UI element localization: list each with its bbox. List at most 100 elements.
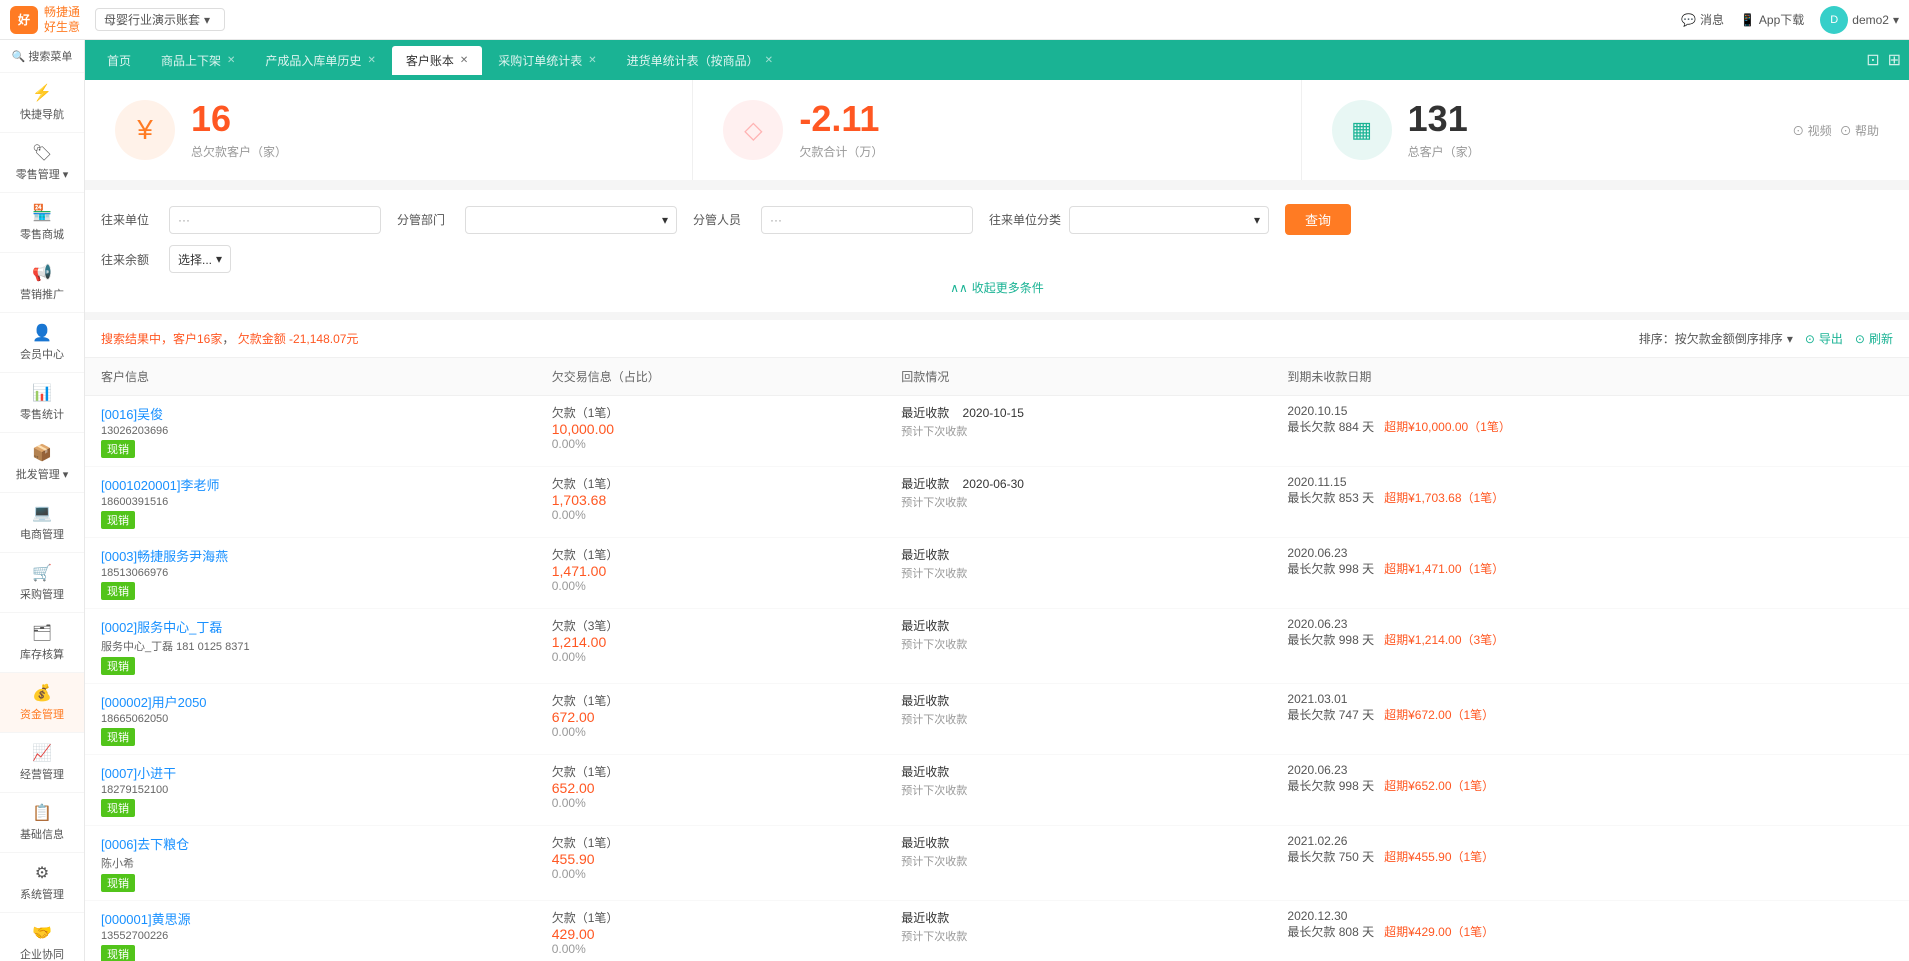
debt-ratio-7: 0.00% (552, 942, 869, 956)
from-unit-input[interactable]: ··· (169, 206, 381, 234)
table-row: [0002]服务中心_丁磊 服务中心_丁磊 181 0125 8371 现销 欠… (85, 609, 1909, 684)
ecommerce-icon: 💻 (32, 503, 52, 523)
overdue-days-6: 2021.02.26 (1287, 834, 1893, 848)
refresh-button[interactable]: ⊙ 刷新 (1855, 330, 1893, 347)
overdue-link-3[interactable]: 超期¥1,214.00（3笔） (1384, 633, 1504, 647)
debt-total-label: 欠款合计（万） (799, 143, 1270, 160)
customer-name-link-0[interactable]: [0016]吴俊 (101, 407, 163, 422)
tab-product-off-label: 商品上下架 (161, 52, 221, 69)
debt-customers-label: 总欠款客户（家） (191, 143, 662, 160)
cell-customer-7: [000001]黄思源 13552700226 现销 (85, 901, 536, 961)
search-label: 搜索菜单 (28, 48, 72, 64)
export-button[interactable]: ⊙ 导出 (1805, 330, 1843, 347)
sidebar-item-inventory[interactable]: 🗂 库存核算 (0, 613, 84, 673)
help-btn[interactable]: ⊙ 帮助 (1840, 122, 1879, 139)
balance-label: 往来余额 (101, 251, 161, 268)
tab-maximize-icon[interactable]: ⊞ (1888, 50, 1901, 70)
balance-select[interactable]: 选择... ▾ (169, 245, 231, 273)
tab-minimize-icon[interactable]: ⊡ (1866, 50, 1879, 70)
customer-name-link-1[interactable]: [0001020001]李老师 (101, 478, 220, 493)
customer-name-link-7[interactable]: [000001]黄思源 (101, 912, 191, 927)
tab-product-history[interactable]: 产成品入库单历史 ✕ (251, 46, 389, 75)
tab-inbound-stats-close[interactable]: ✕ (765, 55, 773, 66)
overdue-days-text-2: 最长欠款 998 天 超期¥1,471.00（1笔） (1287, 560, 1893, 577)
summary-card-debt-customers: ¥ 16 总欠款客户（家） (85, 80, 693, 180)
sidebar-item-retail-mgmt[interactable]: 🏷 零售管理 ▾ (0, 133, 84, 193)
sort-button[interactable]: 排序：按欠款金额倒序排序 ▾ (1639, 330, 1793, 347)
cell-debt-0: 欠款（1笔） 10,000.00 0.00% (536, 396, 885, 467)
tab-inbound-stats-label: 进货单统计表（按商品） (627, 52, 759, 69)
overdue-days-text-4: 最长欠款 747 天 超期¥672.00（1笔） (1287, 706, 1893, 723)
store-selector[interactable]: 母婴行业演示账套 ▾ (95, 8, 225, 31)
overdue-link-2[interactable]: 超期¥1,471.00（1笔） (1384, 562, 1504, 576)
user-menu[interactable]: D demo2 ▾ (1820, 6, 1899, 34)
ecommerce-label: 电商管理 (20, 526, 64, 542)
tab-purchase-stats[interactable]: 采购订单统计表 ✕ (484, 46, 610, 75)
tab-customer-account[interactable]: 客户账本 ✕ (392, 46, 482, 75)
purchase-icon: 🛒 (32, 563, 52, 583)
sidebar-item-marketing[interactable]: 📢 营销推广 (0, 253, 84, 313)
sidebar-item-batch-mgmt[interactable]: 📦 批发管理 ▾ (0, 433, 84, 493)
sidebar-item-enterprise-coop[interactable]: 🤝 企业协同 (0, 913, 84, 961)
tab-inbound-stats[interactable]: 进货单统计表（按商品） ✕ (613, 46, 787, 75)
sidebar-item-finance[interactable]: 💰 资金管理 (0, 673, 84, 733)
sidebar-item-ecommerce[interactable]: 💻 电商管理 (0, 493, 84, 553)
sidebar-item-system[interactable]: ⚙ 系统管理 (0, 853, 84, 913)
purchase-label: 采购管理 (20, 586, 64, 602)
overdue-days-3: 2020.06.23 (1287, 617, 1893, 631)
results-summary: 搜索结果中，客户16家， 欠款金额 -21,148.07元 (101, 330, 358, 347)
tab-product-off[interactable]: 商品上下架 ✕ (147, 46, 249, 75)
cell-due-0: 2020.10.15 最长欠款 884 天 超期¥10,000.00（1笔） (1271, 396, 1909, 467)
card-icon-debt-total: ◇ (723, 100, 783, 160)
overdue-link-7[interactable]: 超期¥429.00（1笔） (1384, 925, 1494, 939)
query-button[interactable]: 查询 (1285, 204, 1351, 235)
overdue-link-5[interactable]: 超期¥652.00（1笔） (1384, 779, 1494, 793)
message-btn[interactable]: 💬 消息 (1681, 11, 1724, 28)
overdue-link-6[interactable]: 超期¥455.90（1笔） (1384, 850, 1494, 864)
customer-name-link-5[interactable]: [0007]小进干 (101, 766, 176, 781)
collapse-label: 收起更多条件 (972, 279, 1044, 296)
sidebar-item-membership[interactable]: 👤 会员中心 (0, 313, 84, 373)
payment-next-7: 预计下次收款 (901, 928, 1255, 944)
sidebar-item-quick-nav[interactable]: ⚡ 快捷导航 (0, 73, 84, 133)
overdue-link-4[interactable]: 超期¥672.00（1笔） (1384, 708, 1494, 722)
sidebar-item-basic-info[interactable]: 📋 基础信息 (0, 793, 84, 853)
overdue-link-1[interactable]: 超期¥1,703.68（1笔） (1384, 491, 1504, 505)
debt-amount-7: 429.00 (552, 926, 869, 942)
sidebar-item-retail-stats[interactable]: 📊 零售统计 (0, 373, 84, 433)
debt-ratio-2: 0.00% (552, 579, 869, 593)
sidebar-item-purchase[interactable]: 🛒 采购管理 (0, 553, 84, 613)
customer-tag-6: 现销 (101, 874, 135, 892)
sidebar-item-retail-store[interactable]: 🏪 零售商城 (0, 193, 84, 253)
sidebar-search[interactable]: 🔍 搜索菜单 (0, 40, 84, 73)
avatar: D (1820, 6, 1848, 34)
dept-select[interactable]: ▾ (465, 206, 677, 234)
video-btn[interactable]: ⊙ 视频 (1792, 122, 1831, 139)
retail-store-label: 零售商城 (20, 226, 64, 242)
payment-next-2: 预计下次收款 (901, 565, 1255, 581)
app-download-btn[interactable]: 📱 App下载 (1740, 11, 1804, 28)
filter-balance: 往来余额 选择... ▾ (101, 245, 381, 273)
tab-product-off-close[interactable]: ✕ (227, 55, 235, 66)
customer-name-link-2[interactable]: [0003]畅捷服务尹海燕 (101, 549, 228, 564)
refresh-label: 刷新 (1869, 330, 1893, 347)
overdue-link-0[interactable]: 超期¥10,000.00（1笔） (1384, 420, 1511, 434)
customer-name-link-4[interactable]: [000002]用户2050 (101, 695, 207, 710)
data-table: 客户信息 欠交易信息（占比） 回款情况 到期未收款日期 [0016]吴俊 130… (85, 358, 1909, 961)
tab-product-history-close[interactable]: ✕ (367, 55, 375, 66)
cell-customer-3: [0002]服务中心_丁磊 服务中心_丁磊 181 0125 8371 现销 (85, 609, 536, 684)
manager-input[interactable]: ··· (761, 206, 973, 234)
from-unit-placeholder: ··· (178, 213, 190, 227)
tab-purchase-stats-close[interactable]: ✕ (588, 55, 596, 66)
cell-customer-1: [0001020001]李老师 18600391516 现销 (85, 467, 536, 538)
tab-customer-account-close[interactable]: ✕ (460, 55, 468, 66)
customer-name-link-6[interactable]: [0006]去下粮仓 (101, 837, 189, 852)
collapse-filter-btn[interactable]: ∧∧ 收起更多条件 (950, 279, 1044, 296)
sidebar-item-operations[interactable]: 📈 经营管理 (0, 733, 84, 793)
tab-home[interactable]: 首页 (93, 46, 145, 75)
customer-name-link-3[interactable]: [0002]服务中心_丁磊 (101, 620, 222, 635)
app-download-icon: 📱 (1740, 13, 1755, 27)
unit-category-select[interactable]: ▾ (1069, 206, 1269, 234)
payment-date-7: 最近收款 (901, 909, 1255, 926)
customer-sub-4: 18665062050 (101, 713, 520, 725)
